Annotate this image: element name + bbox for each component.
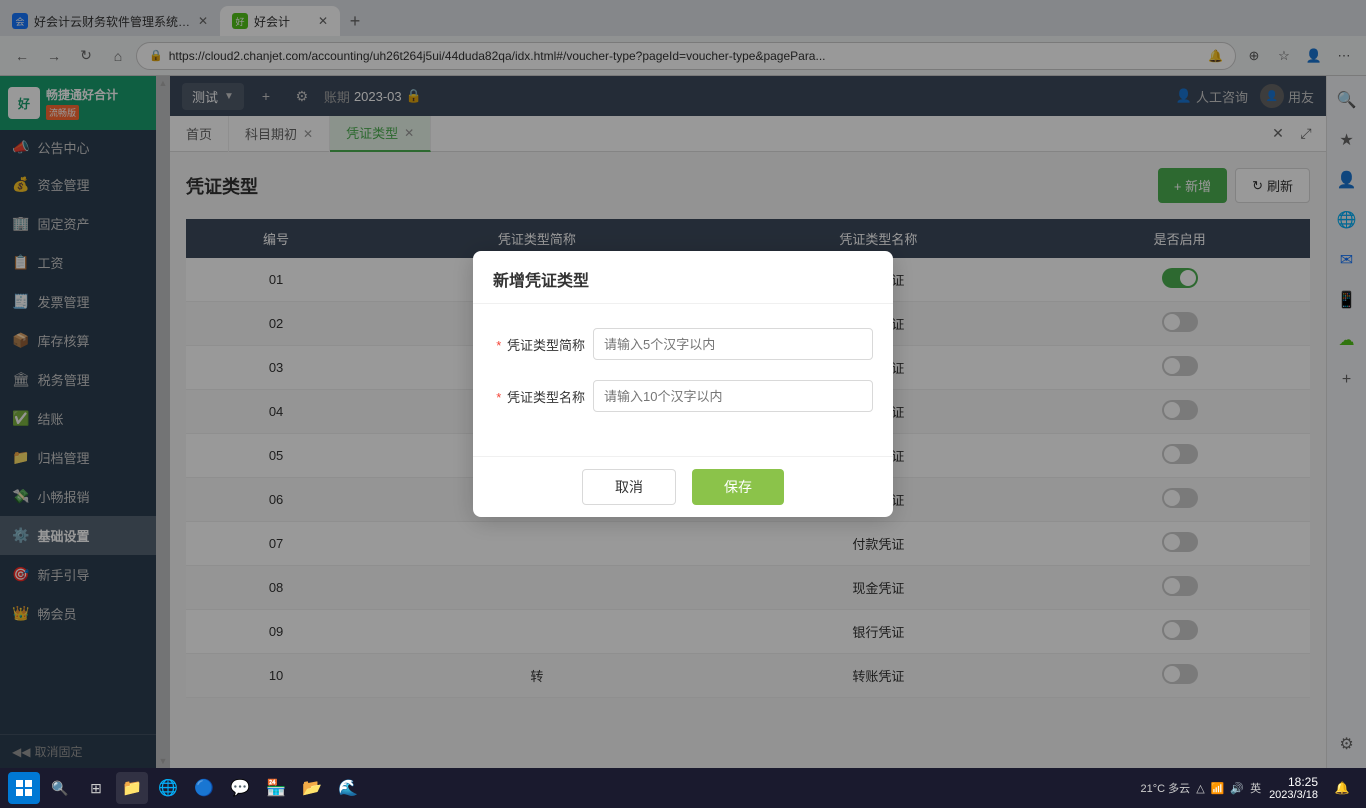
modal-footer: 取消 保存 [473,456,893,517]
form-row-short-name: * 凭证类型简称 [493,328,873,360]
taskbar-files[interactable]: 📂 [296,772,328,804]
taskbar-chrome[interactable]: 🌐 [152,772,184,804]
taskbar-notification[interactable]: 🔔 [1326,772,1358,804]
taskbar-explorer[interactable]: 📁 [116,772,148,804]
taskbar-wechat[interactable]: 💬 [224,772,256,804]
full-name-required: * [496,390,501,405]
taskbar-right: 21°C 多云 △ 📶 🔊 英 18:25 2023/3/18 🔔 [1141,772,1358,804]
form-row-full-name: * 凭证类型名称 [493,380,873,412]
taskbar-date: 2023/3/18 [1269,789,1318,801]
short-name-label: * 凭证类型简称 [493,335,593,354]
taskbar-browser2[interactable]: 🌊 [332,772,364,804]
full-name-input[interactable] [593,380,873,412]
taskbar-lang: 英 [1250,780,1261,796]
taskbar-app4[interactable]: 🏪 [260,772,292,804]
taskbar-wifi-icon: 📶 [1211,782,1225,795]
taskbar-volume-icon: 🔊 [1230,782,1244,795]
taskbar-network-icon: △ [1196,782,1204,795]
cancel-button[interactable]: 取消 [582,469,676,505]
modal-overlay: 新增凭证类型 * 凭证类型简称 * 凭证类型名称 取消 保存 [0,0,1366,768]
full-name-label: * 凭证类型名称 [493,387,593,406]
modal-header: 新增凭证类型 [473,251,893,304]
short-name-input[interactable] [593,328,873,360]
short-name-required: * [496,338,501,353]
taskbar: 🔍 ⊞ 📁 🌐 🔵 💬 🏪 📂 🌊 21°C 多云 △ 📶 🔊 英 18:25 … [0,768,1366,808]
modal-title: 新增凭证类型 [493,273,589,290]
taskbar-clock: 18:25 2023/3/18 [1269,775,1318,801]
modal-body: * 凭证类型简称 * 凭证类型名称 [473,304,893,456]
taskbar-taskview[interactable]: ⊞ [80,772,112,804]
taskbar-edge[interactable]: 🔵 [188,772,220,804]
taskbar-search[interactable]: 🔍 [44,772,76,804]
taskbar-system-icons: 21°C 多云 △ 📶 🔊 英 [1141,780,1262,796]
save-button[interactable]: 保存 [692,469,784,505]
modal: 新增凭证类型 * 凭证类型简称 * 凭证类型名称 取消 保存 [473,251,893,517]
taskbar-time: 18:25 [1288,775,1318,789]
start-button[interactable] [8,772,40,804]
taskbar-weather: 21°C 多云 [1141,780,1191,796]
